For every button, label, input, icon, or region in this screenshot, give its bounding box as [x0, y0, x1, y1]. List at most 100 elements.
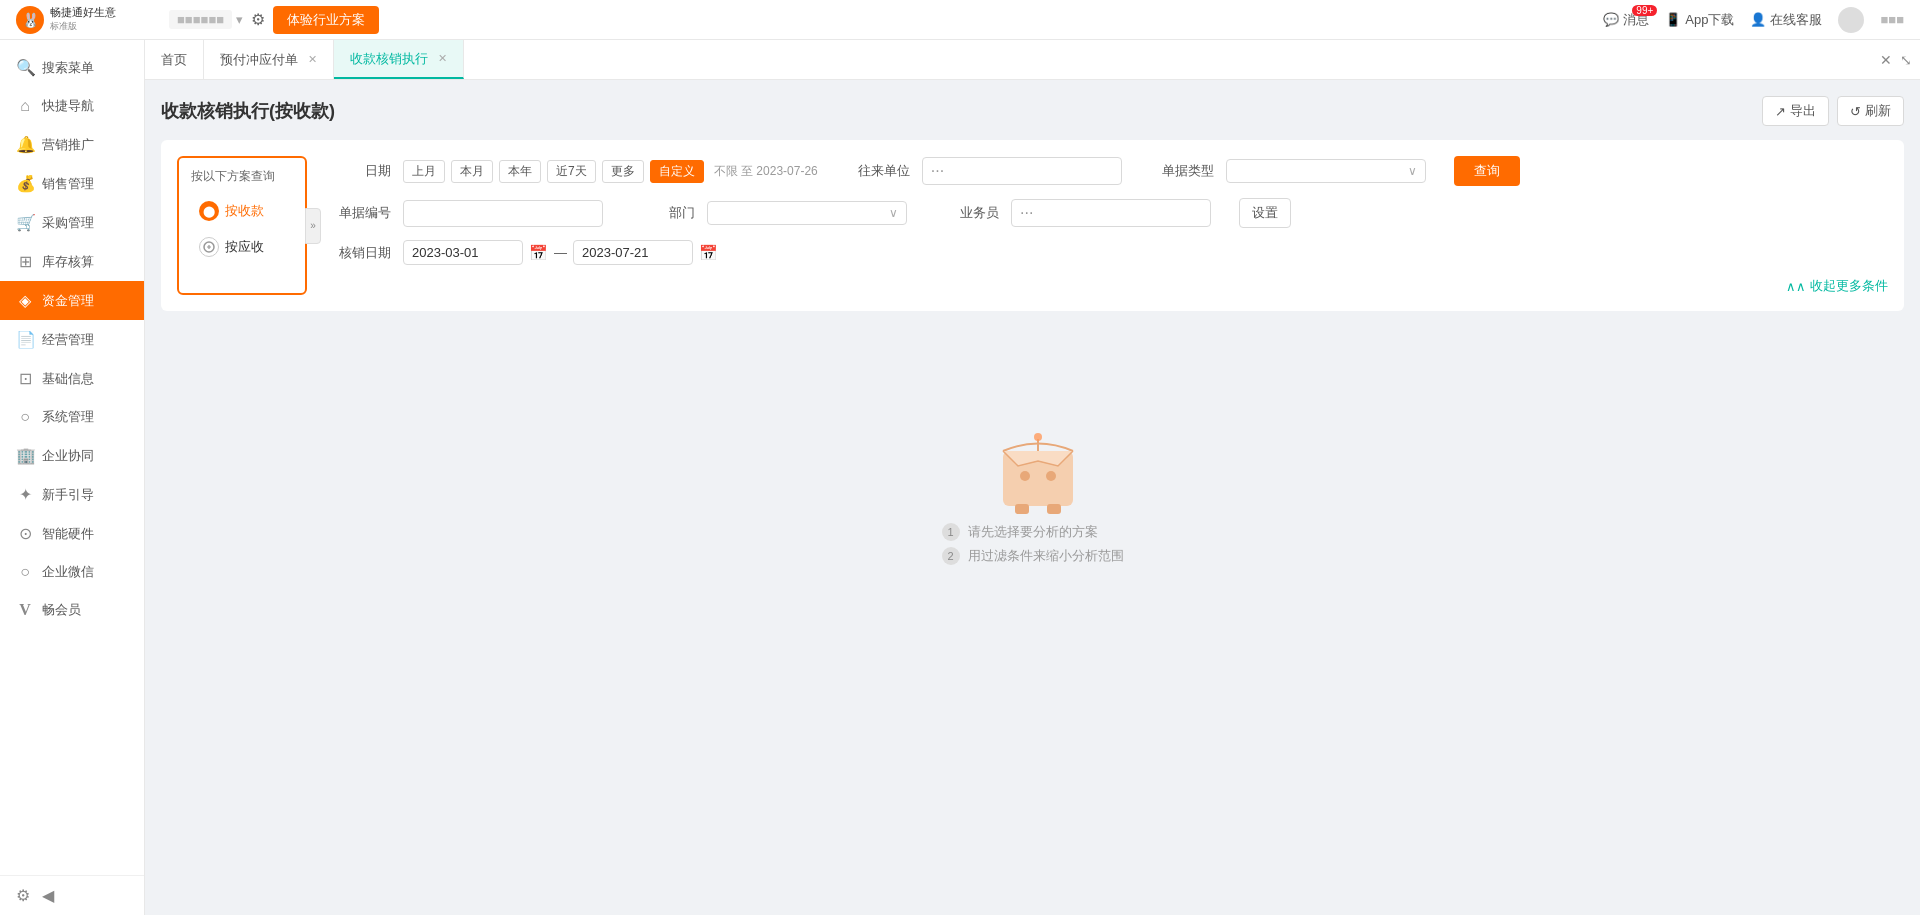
topbar-right: 💬 消息 99+ 📱 App下载 👤 在线客服 ■■■: [1603, 7, 1904, 33]
export-button[interactable]: ↗ 导出: [1762, 96, 1829, 126]
query-type-by-receipt[interactable]: ⬤ 按收款: [191, 195, 293, 227]
sidebar-label-inventory: 库存核算: [42, 253, 94, 271]
smart-hw-icon: ⊙: [16, 524, 34, 543]
chevron-down-icon[interactable]: ▾: [236, 12, 243, 27]
date-this-year-btn[interactable]: 本年: [499, 160, 541, 183]
tab-collection-close[interactable]: ✕: [438, 52, 447, 65]
page-header-actions: ↗ 导出 ↺ 刷新: [1762, 96, 1904, 126]
date-this-month-btn[interactable]: 本月: [451, 160, 493, 183]
beginner-icon: ✦: [16, 485, 34, 504]
verify-date-label: 核销日期: [335, 244, 391, 262]
verify-date-end-input[interactable]: [573, 240, 693, 265]
finance-icon: ◈: [16, 291, 34, 310]
doc-type-select[interactable]: ∨: [1226, 159, 1426, 183]
refresh-button[interactable]: ↺ 刷新: [1837, 96, 1904, 126]
sidebar-item-purchase[interactable]: 🛒 采购管理: [0, 203, 144, 242]
settings-button[interactable]: 设置: [1239, 198, 1291, 228]
topbar-gear-icon[interactable]: ⚙: [251, 10, 265, 29]
dept-select[interactable]: ∨: [707, 201, 907, 225]
solution-button[interactable]: 体验行业方案: [273, 6, 379, 34]
doc-num-input[interactable]: [403, 200, 603, 227]
app-download-label: App下载: [1685, 11, 1734, 29]
query-button[interactable]: 查询: [1454, 156, 1520, 186]
sidebar-item-beginner[interactable]: ✦ 新手引导: [0, 475, 144, 514]
settings-icon[interactable]: ⚙: [16, 886, 30, 905]
svg-rect-6: [1015, 504, 1029, 514]
date-last-month-btn[interactable]: 上月: [403, 160, 445, 183]
calendar-start-icon[interactable]: 📅: [529, 244, 548, 262]
by-receivable-label: 按应收: [225, 238, 264, 256]
sidebar-item-enterprise[interactable]: 🏢 企业协同: [0, 436, 144, 475]
basic-info-icon: ⊡: [16, 369, 34, 388]
by-receipt-icon: ⬤: [199, 201, 219, 221]
sidebar-item-system[interactable]: ○ 系统管理: [0, 398, 144, 436]
calendar-end-icon[interactable]: 📅: [699, 244, 718, 262]
svg-point-2: [1020, 471, 1030, 481]
date-more-btn[interactable]: 更多: [602, 160, 644, 183]
app-download-group[interactable]: 📱 App下载: [1665, 11, 1734, 29]
svg-point-3: [1046, 471, 1056, 481]
avatar[interactable]: [1838, 7, 1864, 33]
sidebar-item-search-menu[interactable]: 🔍 搜索菜单: [0, 48, 144, 87]
sidebar-label-system: 系统管理: [42, 408, 94, 426]
doc-num-label: 单据编号: [335, 204, 391, 222]
more-conditions-button[interactable]: ∧∧ 收起更多条件: [1786, 277, 1888, 295]
page-header: 收款核销执行(按收款) ↗ 导出 ↺ 刷新: [161, 96, 1904, 126]
brand: 🐰 畅捷通好生意 标准版: [16, 6, 161, 34]
salesman-select[interactable]: ···: [1011, 199, 1211, 227]
tip-num-2: 2: [942, 547, 960, 565]
topbar-left: 🐰 畅捷通好生意 标准版 ■■■■■■ ▾ ⚙ 体验行业方案: [16, 6, 1603, 34]
collapse-filter-button[interactable]: »: [305, 208, 321, 244]
sidebar-label-basic-info: 基础信息: [42, 370, 94, 388]
counterpart-select[interactable]: ···: [922, 157, 1122, 185]
dept-chevron-icon: ∨: [889, 206, 898, 220]
empty-tips: 1 请先选择要分析的方案 2 用过滤条件来缩小分析范围: [942, 523, 1124, 565]
filter-row-3: 核销日期 📅 — 📅: [335, 240, 1888, 265]
sidebar-nav: 🔍 搜索菜单 ⌂ 快捷导航 🔔 营销推广 💰 销售管理 🛒 采购管理 ⊞ 库: [0, 40, 144, 875]
date-custom-btn[interactable]: 自定义: [650, 160, 704, 183]
query-type-by-receivable[interactable]: 按应收: [191, 231, 293, 263]
collapse-sidebar-icon[interactable]: ◀: [42, 886, 54, 905]
sidebar-label-search-menu: 搜索菜单: [42, 59, 94, 77]
tab-expand-button[interactable]: ⤡: [1900, 52, 1912, 68]
sidebar-item-operation[interactable]: 📄 经营管理: [0, 320, 144, 359]
filter-row-2: 单据编号 部门 ∨ 业务员 ··· 设置: [335, 198, 1888, 228]
tab-prepay[interactable]: 预付冲应付单 ✕: [204, 40, 334, 79]
tab-close-all-button[interactable]: ✕: [1880, 52, 1892, 68]
empty-robot-illustration: [983, 411, 1083, 511]
date-7days-btn[interactable]: 近7天: [547, 160, 596, 183]
marketing-icon: 🔔: [16, 135, 34, 154]
tip-text-1: 请先选择要分析的方案: [968, 523, 1098, 541]
more-conditions-row: ∧∧ 收起更多条件: [335, 277, 1888, 295]
search-icon: 🔍: [16, 58, 34, 77]
sidebar-label-finance: 资金管理: [42, 292, 94, 310]
content-area: 首页 预付冲应付单 ✕ 收款核销执行 ✕ ✕ ⤡ 收款核销执行(按收款): [145, 40, 1920, 915]
online-service-group[interactable]: 👤 在线客服: [1750, 11, 1822, 29]
export-icon: ↗: [1775, 104, 1786, 119]
sidebar-item-wechat[interactable]: ○ 企业微信: [0, 553, 144, 591]
sidebar-label-marketing: 营销推广: [42, 136, 94, 154]
sidebar-item-quick-nav[interactable]: ⌂ 快捷导航: [0, 87, 144, 125]
tab-collection[interactable]: 收款核销执行 ✕: [334, 40, 464, 79]
verify-date-start-input[interactable]: [403, 240, 523, 265]
message-icon: 💬: [1603, 12, 1619, 27]
tab-home[interactable]: 首页: [145, 40, 204, 79]
by-receivable-icon: [199, 237, 219, 257]
sidebar-item-sales[interactable]: 💰 销售管理: [0, 164, 144, 203]
sidebar-label-wechat: 企业微信: [42, 563, 94, 581]
tab-prepay-close[interactable]: ✕: [308, 53, 317, 66]
sidebar-item-finance[interactable]: ◈ 资金管理: [0, 281, 144, 320]
message-icon-group[interactable]: 💬 消息 99+: [1603, 11, 1649, 29]
tip-num-1: 1: [942, 523, 960, 541]
sidebar-item-marketing[interactable]: 🔔 营销推广: [0, 125, 144, 164]
chevron-up-icon: ∧∧: [1786, 279, 1806, 294]
brand-edition: 标准版: [50, 20, 116, 33]
sidebar-item-basic-info[interactable]: ⊡ 基础信息: [0, 359, 144, 398]
sidebar-item-smart-hw[interactable]: ⊙ 智能硬件: [0, 514, 144, 553]
empty-tip-1: 1 请先选择要分析的方案: [942, 523, 1124, 541]
refresh-icon: ↺: [1850, 104, 1861, 119]
sidebar-item-inventory[interactable]: ⊞ 库存核算: [0, 242, 144, 281]
counterpart-dots: ···: [931, 162, 944, 180]
sidebar-item-member[interactable]: V 畅会员: [0, 591, 144, 629]
chevron-icon: ∨: [1408, 164, 1417, 178]
